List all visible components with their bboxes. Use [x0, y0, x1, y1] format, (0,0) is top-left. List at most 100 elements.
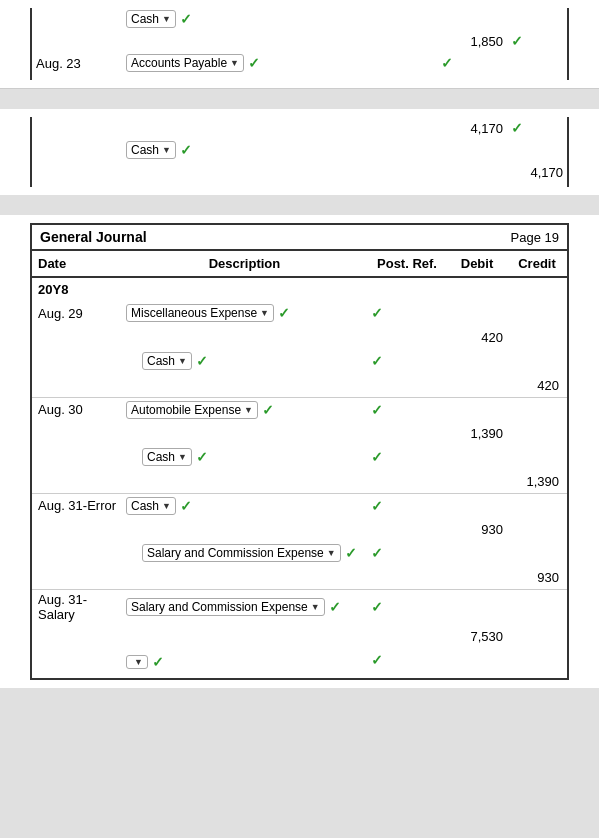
- row-aug31salary-debit: 7,530: [32, 624, 567, 648]
- frag-row-cash: Cash ▼ ✓: [32, 8, 567, 30]
- salary-commission-label-1: Salary and Commission Expense: [147, 546, 324, 560]
- desc-aug31error-salary: Salary and Commission Expense ▼ ✓: [122, 542, 367, 564]
- aug30-cash-dropdown[interactable]: Cash ▼: [142, 448, 192, 466]
- year-label: 20Y8: [32, 278, 567, 301]
- date-aug30: Aug. 30: [32, 400, 122, 419]
- col-credit: Credit: [507, 254, 567, 273]
- credit-misc-empty: [507, 311, 567, 315]
- accounts-payable-dropdown[interactable]: Accounts Payable ▼: [126, 54, 244, 72]
- date-aug31error: Aug. 31-Error: [32, 496, 122, 515]
- aug29-cash-label: Cash: [147, 354, 175, 368]
- salary-commission-arrow-2: ▼: [311, 602, 320, 612]
- aug31error-salary-postref-check: ✓: [371, 545, 383, 561]
- top-fragment-section: Cash ▼ ✓ 1,850 ✓ Aug. 23: [0, 0, 599, 89]
- row-aug29-cash: Cash ▼ ✓ ✓: [32, 349, 567, 373]
- salary-commission-dropdown-1[interactable]: Salary and Commission Expense ▼: [142, 544, 341, 562]
- salary-commission-label-2: Salary and Commission Expense: [131, 600, 308, 614]
- accounts-payable-label: Accounts Payable: [131, 56, 227, 70]
- frag-row-aug23: Aug. 23 Accounts Payable ▼ ✓ ✓: [32, 52, 567, 74]
- aug31error-cash-dropdown[interactable]: Cash ▼: [126, 497, 176, 515]
- column-headers: Date Description Post. Ref. Debit Credit: [32, 251, 567, 278]
- salary-commission-check-2: ✓: [329, 599, 341, 615]
- salary-commission-arrow-1: ▼: [327, 548, 336, 558]
- aug31error-cash-label: Cash: [131, 499, 159, 513]
- gap-2: [0, 195, 599, 215]
- col-postref: Post. Ref.: [367, 254, 447, 273]
- frag-credit-empty: [507, 17, 567, 21]
- auto-expense-label: Automobile Expense: [131, 403, 241, 417]
- aug31error-cash-arrow: ▼: [162, 501, 171, 511]
- frag-postref-empty: [357, 17, 437, 21]
- aug29-cash-check: ✓: [196, 353, 208, 369]
- debit-7530: 7,530: [447, 627, 507, 646]
- postref-misc: ✓: [367, 303, 447, 323]
- frag-check-aug23: ✓: [441, 55, 453, 71]
- aug31salary-postref-check: ✓: [371, 599, 383, 615]
- row-aug31error-credit: 930: [32, 565, 567, 589]
- row-bottom-partial: ▼ ✓ ✓: [32, 648, 567, 672]
- journal-header: General Journal Page 19: [32, 225, 567, 251]
- auto-expense-arrow: ▼: [244, 405, 253, 415]
- row-aug31salary: Aug. 31-Salary Salary and Commission Exp…: [32, 589, 567, 624]
- misc-expense-label: Miscellaneous Expense: [131, 306, 257, 320]
- cash-dropdown-arrow: ▼: [162, 14, 171, 24]
- journal-page: Page 19: [511, 230, 559, 245]
- mid-cash-arrow: ▼: [162, 145, 171, 155]
- bottom-partial-dropdown[interactable]: ▼: [126, 655, 148, 669]
- credit-1390: 1,390: [507, 472, 567, 491]
- auto-expense-dropdown[interactable]: Automobile Expense ▼: [126, 401, 258, 419]
- mid-row-4170-debit: 4,170 ✓: [32, 117, 567, 139]
- frag-debit-empty: [437, 17, 507, 21]
- mid-debit-4170: 4,170: [437, 119, 507, 138]
- misc-expense-arrow: ▼: [260, 308, 269, 318]
- mid-check-4170: ✓: [511, 120, 523, 136]
- row-aug31error-cash: Aug. 31-Error Cash ▼ ✓ ✓: [32, 493, 567, 517]
- mid-cash-label: Cash: [131, 143, 159, 157]
- frag-desc-acctpay: Accounts Payable ▼ ✓: [122, 52, 357, 74]
- bottom-partial-check: ✓: [152, 654, 164, 670]
- accounts-payable-arrow: ▼: [230, 58, 239, 68]
- auto-expense-check: ✓: [262, 402, 274, 418]
- date-aug29: Aug. 29: [32, 304, 122, 323]
- mid-desc-cash: Cash ▼ ✓: [122, 139, 357, 161]
- aug30-cash-arrow: ▼: [178, 452, 187, 462]
- aug30-cash-postref-check: ✓: [371, 449, 383, 465]
- aug29-cash-dropdown[interactable]: Cash ▼: [142, 352, 192, 370]
- frag-desc-cash: Cash ▼ ✓: [122, 8, 357, 30]
- aug30-cash-check: ✓: [196, 449, 208, 465]
- frag-date-empty: [32, 17, 122, 21]
- row-aug31error-debit: 930: [32, 517, 567, 541]
- debit-1390: 1,390: [447, 424, 507, 443]
- col-debit: Debit: [447, 254, 507, 273]
- mid-row-4170-credit: 4,170: [32, 161, 567, 183]
- row-aug29-credit: 420: [32, 373, 567, 397]
- journal-section: General Journal Page 19 Date Description…: [0, 215, 599, 688]
- aug30-cash-label: Cash: [147, 450, 175, 464]
- row-aug29-debit: 420: [32, 325, 567, 349]
- aug31error-cash-check: ✓: [180, 498, 192, 514]
- cash-dropdown[interactable]: Cash ▼: [126, 10, 176, 28]
- misc-expense-dropdown[interactable]: Miscellaneous Expense ▼: [126, 304, 274, 322]
- bottom-partial-arrow: ▼: [134, 657, 143, 667]
- row-aug30-debit: 1,390: [32, 421, 567, 445]
- journal-title: General Journal: [40, 229, 147, 245]
- row-aug30-auto: Aug. 30 Automobile Expense ▼ ✓ ✓: [32, 397, 567, 421]
- accounts-payable-check: ✓: [248, 55, 260, 71]
- frag-date-aug23: Aug. 23: [32, 54, 122, 73]
- auto-postref-check: ✓: [371, 402, 383, 418]
- frag-check-1850: ✓: [511, 33, 523, 49]
- col-date: Date: [32, 254, 122, 273]
- row-aug29-misc: Aug. 29 Miscellaneous Expense ▼ ✓ ✓: [32, 301, 567, 325]
- debit-misc-empty: [447, 311, 507, 315]
- debit-930: 930: [447, 520, 507, 539]
- misc-expense-check: ✓: [278, 305, 290, 321]
- row-aug30-cash: Cash ▼ ✓ ✓: [32, 445, 567, 469]
- salary-commission-dropdown-2[interactable]: Salary and Commission Expense ▼: [126, 598, 325, 616]
- desc-auto-expense: Automobile Expense ▼ ✓: [122, 399, 367, 421]
- col-description: Description: [122, 254, 367, 273]
- desc-bottom-partial: ▼ ✓: [122, 648, 367, 672]
- mid-cash-dropdown[interactable]: Cash ▼: [126, 141, 176, 159]
- credit-930: 930: [507, 568, 567, 587]
- desc-aug30-cash: Cash ▼ ✓: [122, 446, 367, 468]
- credit-420: 420: [507, 376, 567, 395]
